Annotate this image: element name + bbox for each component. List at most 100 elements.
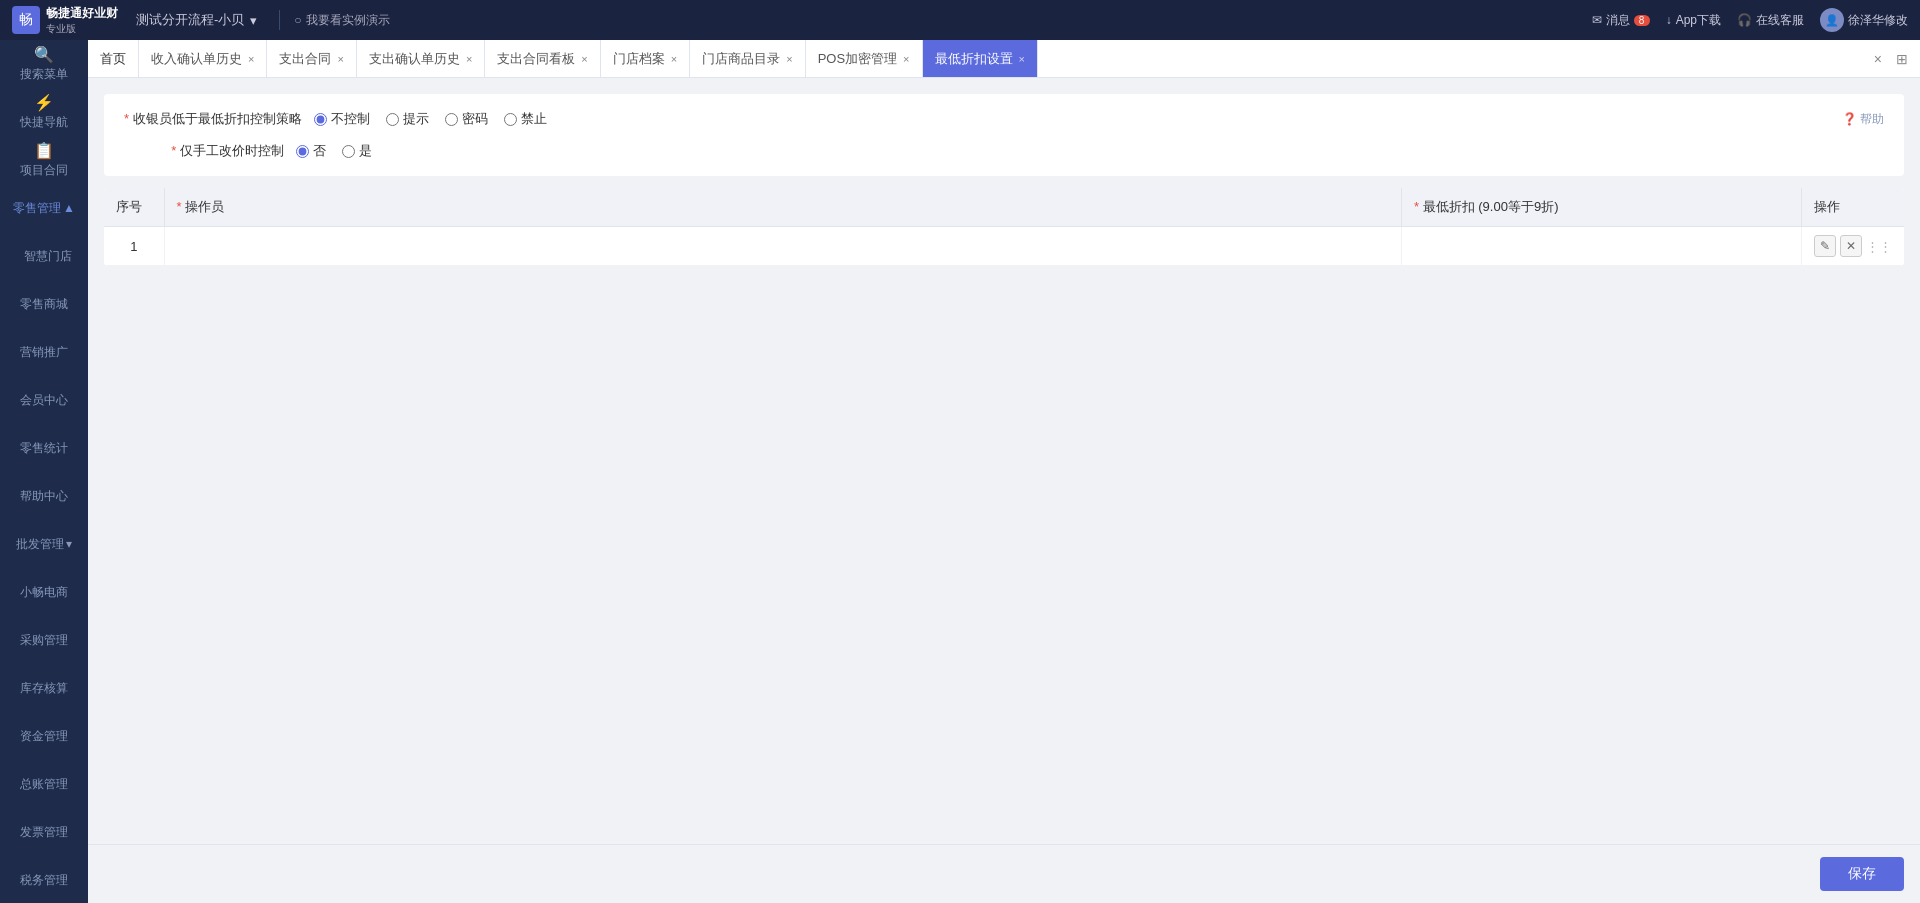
discount-required-star: [1414, 199, 1423, 214]
tab-bar-right: × ⊞: [1870, 49, 1920, 69]
sidebar-item-ledger[interactable]: 总账管理: [0, 760, 88, 808]
retail-label-container: 零售管理 ▲: [13, 200, 75, 217]
tab-more-button[interactable]: ⊞: [1892, 49, 1912, 69]
close-tab-store-file[interactable]: ×: [671, 53, 677, 65]
table-row: 1 ✎ ✕ ⋮⋮: [104, 227, 1904, 266]
sidebar-label-inventory: 库存核算: [20, 680, 68, 697]
demo-link[interactable]: ○ 我要看实例演示: [294, 12, 389, 29]
sidebar-label-tax: 税务管理: [20, 872, 68, 889]
contract-icon: 📋: [34, 141, 54, 160]
tab-home[interactable]: 首页: [88, 40, 139, 78]
close-tab-store-catalog[interactable]: ×: [786, 53, 792, 65]
sidebar-label-help: 帮助中心: [20, 488, 68, 505]
divider: [279, 10, 280, 30]
col-header-seq: 序号: [104, 188, 164, 227]
col-header-operator: 操作员: [164, 188, 1402, 227]
sidebar-item-project[interactable]: 📋 项目合同: [0, 136, 88, 184]
sidebar-item-tax[interactable]: 税务管理: [0, 856, 88, 903]
message-button[interactable]: ✉ 消息 8: [1592, 12, 1650, 29]
close-tab-min-discount[interactable]: ×: [1019, 53, 1025, 65]
tab-min-discount-label: 最低折扣设置: [935, 50, 1013, 68]
strategy-no-control-input[interactable]: [314, 113, 327, 126]
sidebar-label-ecommerce: 小畅电商: [20, 584, 68, 601]
chevron-down-icon: ▾: [250, 13, 257, 28]
sidebar-item-finance[interactable]: 资金管理: [0, 712, 88, 760]
manual-no-input[interactable]: [296, 145, 309, 158]
strategy-no-control[interactable]: 不控制: [314, 110, 370, 128]
edit-button-1[interactable]: ✎: [1814, 235, 1836, 257]
close-tab-purchase-contract[interactable]: ×: [337, 53, 343, 65]
project-name: 测试分开流程-小贝: [136, 11, 244, 29]
sidebar-item-purchase[interactable]: 采购管理: [0, 616, 88, 664]
sidebar-item-help[interactable]: 帮助中心: [0, 472, 88, 520]
strategy-remind-label: 提示: [403, 110, 429, 128]
table-header-row: 序号 操作员 最低折扣 (9.00等于9折) 操作: [104, 188, 1904, 227]
sidebar-item-member[interactable]: 会员中心: [0, 376, 88, 424]
sidebar-item-inventory[interactable]: 库存核算: [0, 664, 88, 712]
sidebar-item-retail-stat[interactable]: 零售统计: [0, 424, 88, 472]
close-tab-pos-password[interactable]: ×: [903, 53, 909, 65]
lightning-icon: ⚡: [34, 93, 54, 112]
header-left: 畅 畅捷通好业财 专业版 测试分开流程-小贝 ▾ ○ 我要看实例演示: [12, 5, 390, 36]
tab-store-file[interactable]: 门店档案 ×: [601, 40, 690, 78]
manual-no-label: 否: [313, 142, 326, 160]
sidebar-item-search[interactable]: 🔍 搜索菜单: [0, 40, 88, 88]
tab-store-catalog[interactable]: 门店商品目录 ×: [690, 40, 805, 78]
tab-income-confirm[interactable]: 收入确认单历史 ×: [139, 40, 267, 78]
help-link[interactable]: ❓ 帮助: [1842, 111, 1884, 128]
app-download-button[interactable]: ↓ App下载: [1666, 12, 1721, 29]
top-header: 畅 畅捷通好业财 专业版 测试分开流程-小贝 ▾ ○ 我要看实例演示 ✉ 消息 …: [0, 0, 1920, 40]
manual-yes[interactable]: 是: [342, 142, 372, 160]
close-all-tabs-button[interactable]: ×: [1870, 49, 1886, 69]
strategy-label: 收银员低于最低折扣控制策略: [124, 110, 302, 128]
strategy-password-label: 密码: [462, 110, 488, 128]
strategy-password-input[interactable]: [445, 113, 458, 126]
tab-expense-confirm[interactable]: 支出确认单历史 ×: [357, 40, 485, 78]
close-tab-income-confirm[interactable]: ×: [248, 53, 254, 65]
sidebar-item-retail[interactable]: 零售管理 ▲: [0, 184, 88, 232]
tab-min-discount[interactable]: 最低折扣设置 ×: [923, 40, 1038, 78]
operator-required-star: [177, 199, 186, 214]
sidebar-item-online-store[interactable]: 零售商城: [0, 280, 88, 328]
save-button[interactable]: 保存: [1820, 857, 1904, 891]
tab-purchase-board[interactable]: 支出合同看板 ×: [485, 40, 600, 78]
sidebar-label-purchase: 采购管理: [20, 632, 68, 649]
drag-handle-1[interactable]: ⋮⋮: [1866, 239, 1892, 254]
sidebar-item-invoice[interactable]: 发票管理: [0, 808, 88, 856]
user-menu[interactable]: 👤 徐泽华修改: [1820, 8, 1908, 32]
strategy-row: 收银员低于最低折扣控制策略 不控制 提示 密码: [124, 110, 1884, 128]
headset-icon: 🎧: [1737, 13, 1752, 27]
message-badge: 8: [1634, 15, 1650, 26]
strategy-password[interactable]: 密码: [445, 110, 488, 128]
tab-purchase-contract[interactable]: 支出合同 ×: [267, 40, 356, 78]
delete-button-1[interactable]: ✕: [1840, 235, 1862, 257]
project-selector[interactable]: 测试分开流程-小贝 ▾: [128, 7, 265, 33]
sidebar-item-marketing[interactable]: 营销推广: [0, 328, 88, 376]
strategy-forbid[interactable]: 禁止: [504, 110, 547, 128]
header-right: ✉ 消息 8 ↓ App下载 🎧 在线客服 👤 徐泽华修改: [1592, 8, 1908, 32]
strategy-remind[interactable]: 提示: [386, 110, 429, 128]
action-buttons-1: ✎ ✕ ⋮⋮: [1814, 235, 1892, 257]
close-tab-purchase-board[interactable]: ×: [581, 53, 587, 65]
tab-pos-password[interactable]: POS加密管理 ×: [806, 40, 923, 78]
sidebar-label-shortcut: 快捷导航: [20, 114, 68, 131]
cell-discount-1: [1402, 227, 1802, 266]
close-tab-expense-confirm[interactable]: ×: [466, 53, 472, 65]
strategy-forbid-input[interactable]: [504, 113, 517, 126]
cell-action-1: ✎ ✕ ⋮⋮: [1802, 227, 1905, 266]
tab-purchase-contract-label: 支出合同: [279, 50, 331, 68]
sidebar-item-wholesale[interactable]: 批发管理 ▾: [0, 520, 88, 568]
sidebar-item-shortcut[interactable]: ⚡ 快捷导航: [0, 88, 88, 136]
sidebar-item-ecommerce[interactable]: 小畅电商: [0, 568, 88, 616]
page-content: 收银员低于最低折扣控制策略 不控制 提示 密码: [88, 78, 1920, 844]
sidebar-label-ledger: 总账管理: [20, 776, 68, 793]
strategy-remind-input[interactable]: [386, 113, 399, 126]
sidebar-label-search: 搜索菜单: [20, 66, 68, 83]
strategy-radio-group: 不控制 提示 密码 禁止: [314, 110, 547, 128]
sidebar-label-online-store: 零售商城: [20, 296, 68, 313]
manual-yes-input[interactable]: [342, 145, 355, 158]
customer-service-button[interactable]: 🎧 在线客服: [1737, 12, 1804, 29]
sidebar-item-smart-store[interactable]: 智慧门店: [0, 232, 88, 280]
manual-no[interactable]: 否: [296, 142, 326, 160]
play-circle-icon: ○: [294, 13, 301, 27]
